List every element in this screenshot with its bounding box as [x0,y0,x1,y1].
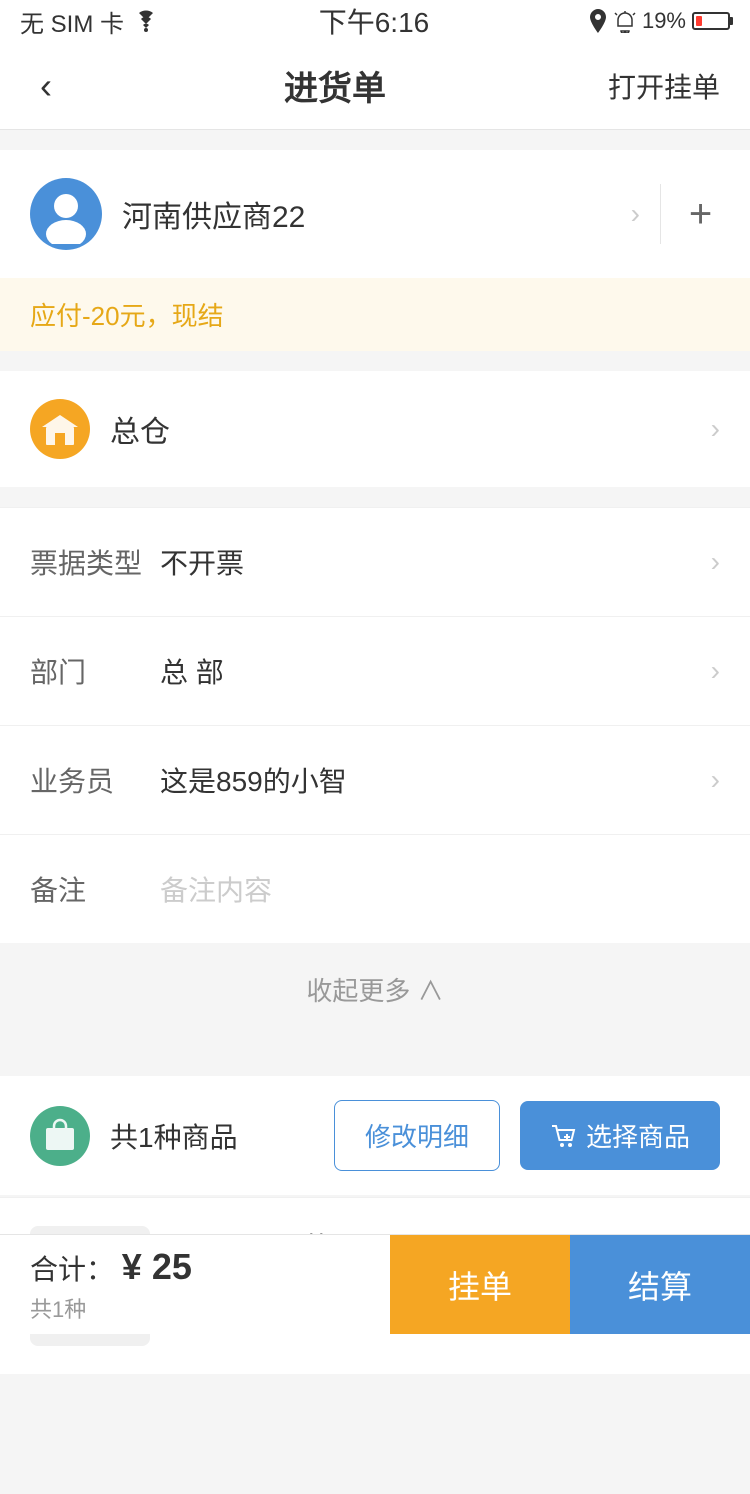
bottom-bar: 合计： ¥ 25 共1种 挂单 结算 [0,1234,750,1334]
alarm-icon [614,9,636,33]
products-count: 共1种商品 [110,1116,314,1156]
invoice-row[interactable]: 票据类型 不开票 › [0,507,750,616]
warehouse-card[interactable]: 总仓 › [0,371,750,487]
dept-chevron-icon: › [711,655,720,687]
open-hang-button[interactable]: 打开挂单 [608,66,720,106]
location-icon [588,9,608,33]
gap-2 [0,351,750,371]
total-label: 合计： [30,1254,114,1285]
remarks-label: 备注 [30,869,160,909]
select-product-label: 选择商品 [586,1117,690,1154]
add-supplier-button[interactable]: + [660,184,720,244]
dept-value: 总 部 [160,651,701,691]
collapse-label: 收起更多 ∧ [306,976,443,1006]
warehouse-row[interactable]: 总仓 › [0,371,750,487]
invoice-chevron-icon: › [711,546,720,578]
supplier-card: 河南供应商22 › + 应付-20元，现结 [0,150,750,351]
remarks-row[interactable]: 备注 备注内容 [0,834,750,943]
gap-4 [0,1036,750,1056]
invoice-value: 不开票 [160,542,701,582]
remarks-input[interactable]: 备注内容 [160,869,720,909]
salesperson-value: 这是859的小智 [160,760,701,800]
total-count: 共1种 [30,1292,360,1324]
status-left: 无 SIM 卡 [20,4,160,39]
status-bar: 无 SIM 卡 下午6:16 19% [0,0,750,42]
collapse-toggle[interactable]: 收起更多 ∧ [0,943,750,1036]
supplier-chevron-icon: › [631,198,640,230]
carrier-label: 无 SIM 卡 [20,4,124,39]
modify-detail-button[interactable]: 修改明细 [334,1100,500,1171]
gap-3 [0,487,750,507]
dept-label: 部门 [30,651,160,691]
settle-button[interactable]: 结算 [570,1235,750,1334]
supplier-avatar [30,178,102,250]
total-section: 合计： ¥ 25 共1种 [0,1235,390,1334]
invoice-label: 票据类型 [30,542,160,582]
notice-banner: 应付-20元，现结 [0,278,750,351]
warehouse-name: 总仓 [110,407,701,451]
time-label: 下午6:16 [319,1,430,41]
notice-text: 应付-20元，现结 [30,301,224,331]
warehouse-chevron-icon: › [711,413,720,445]
products-header: 共1种商品 修改明细 选择商品 [0,1076,750,1195]
page-title: 进货单 [284,61,386,110]
warehouse-icon [30,399,90,459]
cart-icon [550,1124,578,1148]
spacer-bottom [0,1374,750,1494]
supplier-row[interactable]: 河南供应商22 › + [0,150,750,278]
salesperson-chevron-icon: › [711,764,720,796]
person-icon [36,184,96,244]
salesperson-label: 业务员 [30,760,160,800]
wifi-icon [132,10,160,32]
gap-1 [0,130,750,150]
products-icon [30,1106,90,1166]
hang-button[interactable]: 挂单 [390,1235,570,1334]
battery-icon [692,12,730,30]
salesperson-row[interactable]: 业务员 这是859的小智 › [0,725,750,834]
status-right: 19% [588,8,730,34]
total-value: ¥ 25 [122,1246,192,1287]
settle-label: 结算 [628,1262,692,1308]
select-product-button[interactable]: 选择商品 [520,1101,720,1170]
back-button[interactable]: ‹ [30,55,62,117]
hang-label: 挂单 [448,1262,512,1308]
supplier-name: 河南供应商22 [122,192,621,236]
nav-bar: ‹ 进货单 打开挂单 [0,42,750,130]
form-card: 票据类型 不开票 › 部门 总 部 › 业务员 这是859的小智 › 备注 备注… [0,507,750,943]
total-row: 合计： ¥ 25 [30,1246,360,1288]
battery-label: 19% [642,8,686,34]
dept-row[interactable]: 部门 总 部 › [0,616,750,725]
